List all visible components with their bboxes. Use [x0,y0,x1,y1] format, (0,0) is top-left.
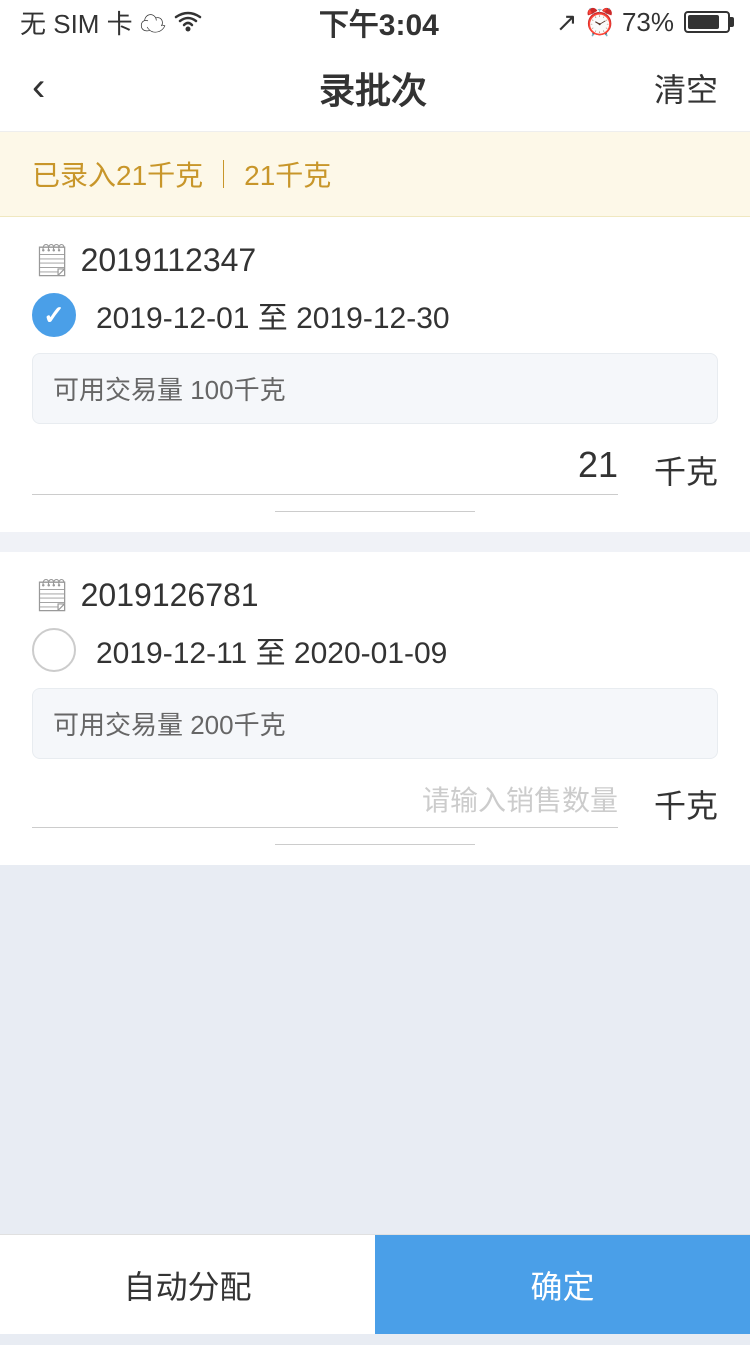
batch-2-id: 2019126781 [81,577,259,614]
status-right: ↗ ⏰ 73% [556,7,730,38]
section-divider [0,532,750,552]
batch-1-radio[interactable] [32,293,76,337]
batch-2-quantity-row: 请输入销售数量 千克 [0,759,750,838]
doc-icon-2: 🗒 [32,576,73,614]
batch-2-header-section: 🗒 2019126781 2019-12-11 至 2020-01-09 可用交… [0,552,750,759]
summary-divider [223,160,224,188]
summary-label: 已录入21千克 [32,154,203,194]
content-area: 🗒 2019112347 2019-12-01 至 2019-12-30 可用交… [0,217,750,1345]
clear-button[interactable]: 清空 [654,65,718,111]
location-icon: ↗ [556,7,578,38]
status-time: 下午3:04 [319,0,439,44]
status-left: 无 SIM 卡 ☁ [20,4,202,41]
back-button[interactable]: ‹ [32,65,92,110]
batch-1-input-area[interactable]: 21 [32,444,618,495]
batch-1-id: 2019112347 [81,242,257,279]
batch-1-quantity-value: 21 [578,444,618,486]
no-sim-label: 无 SIM 卡 ☁ [20,4,166,41]
batch-2-unit: 千克 [654,781,718,827]
confirm-button[interactable]: 确定 [375,1235,750,1334]
batch-1-date: 2019-12-01 至 2019-12-30 [96,293,450,337]
batch-1-id-row: 🗒 2019112347 [32,241,718,279]
batch-2-radio[interactable] [32,628,76,672]
battery-percent: 73% [622,7,674,38]
batch-2-id-row: 🗒 2019126781 [32,576,718,614]
batch-2-input-area[interactable]: 请输入销售数量 [32,779,618,828]
summary-value: 21千克 [244,154,331,194]
batch-1-date-row[interactable]: 2019-12-01 至 2019-12-30 [32,293,718,337]
batch-1-unit: 千克 [654,447,718,493]
doc-icon-1: 🗒 [32,241,73,279]
batch-card-1: 🗒 2019112347 2019-12-01 至 2019-12-30 可用交… [0,217,750,532]
batch-1-underline [0,505,750,532]
batch-2-date: 2019-12-11 至 2020-01-09 [96,628,447,672]
batch-1-header-section: 🗒 2019112347 2019-12-01 至 2019-12-30 可用交… [0,217,750,424]
wifi-icon [174,11,202,33]
battery-icon [684,11,730,33]
batch-2-date-row[interactable]: 2019-12-11 至 2020-01-09 [32,628,718,672]
batch-2-underline [0,838,750,865]
batch-2-placeholder: 请输入销售数量 [422,779,618,819]
alarm-icon: ⏰ [584,7,616,38]
bottom-actions: 自动分配 确定 [0,1234,750,1334]
batch-2-available: 可用交易量 200千克 [32,688,718,759]
auto-distribute-button[interactable]: 自动分配 [0,1235,375,1334]
status-bar: 无 SIM 卡 ☁ 下午3:04 ↗ ⏰ 73% [0,0,750,44]
page-title: 录批次 [319,62,427,114]
nav-bar: ‹ 录批次 清空 [0,44,750,132]
batch-1-quantity-row: 21 千克 [0,424,750,505]
batch-1-available: 可用交易量 100千克 [32,353,718,424]
summary-banner: 已录入21千克 21千克 [0,132,750,217]
batch-card-2: 🗒 2019126781 2019-12-11 至 2020-01-09 可用交… [0,552,750,865]
